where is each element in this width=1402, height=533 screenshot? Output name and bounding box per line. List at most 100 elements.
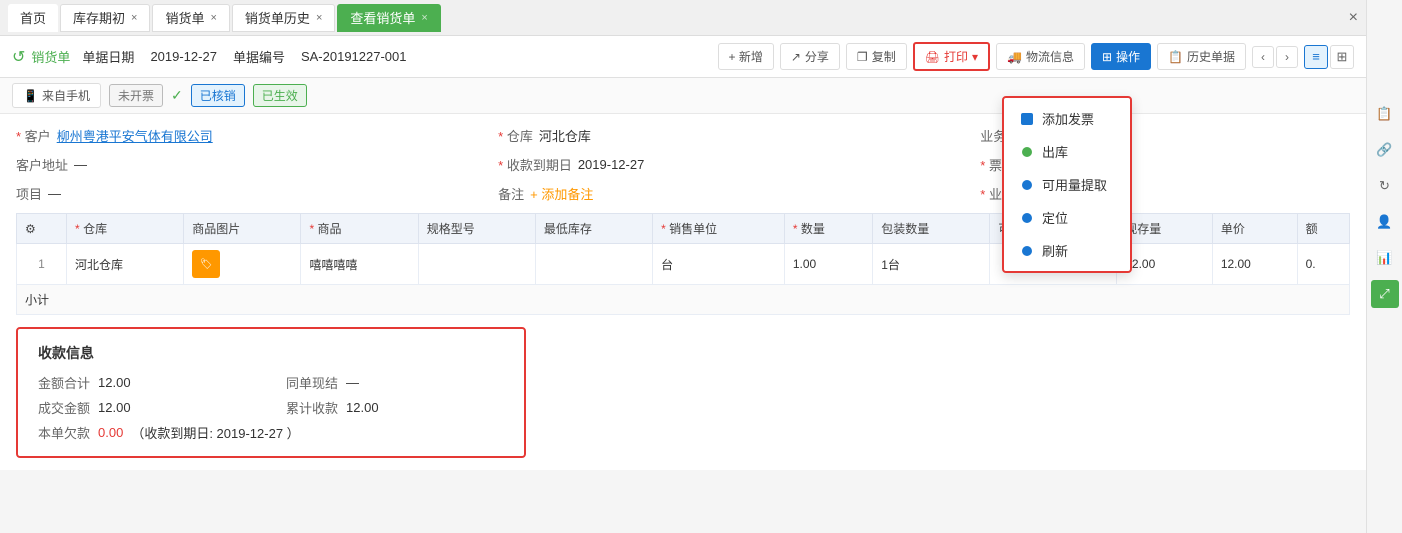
sidebar-icon-user[interactable]: 👤 bbox=[1371, 208, 1399, 236]
col-spec: 规格型号 bbox=[418, 214, 535, 244]
already-effective-badge: 已生效 bbox=[253, 84, 307, 107]
tab-sales-history[interactable]: 销货单历史 × bbox=[232, 4, 335, 32]
sidebar-icon-rotate[interactable]: ↻ bbox=[1371, 172, 1399, 200]
form-row-3: 项目 — 备注 + 添加备注 业务员孟 — bbox=[16, 184, 1350, 203]
row-min-stock-cell bbox=[535, 244, 652, 285]
current-owed-note: （收款到期日: 2019-12-27 ） bbox=[131, 423, 299, 442]
outbound-icon bbox=[1020, 145, 1034, 159]
view-grid-button[interactable]: ⊞ bbox=[1330, 45, 1354, 69]
total-amount-label: 金额合计 bbox=[38, 373, 90, 392]
sidebar-icon-expand[interactable]: ⤢ bbox=[1371, 280, 1399, 308]
row-qty-cell: 1.00 bbox=[784, 244, 872, 285]
col-gear: ⚙ bbox=[17, 214, 67, 244]
menu-refresh[interactable]: 刷新 bbox=[1004, 234, 1130, 267]
menu-outbound[interactable]: 出库 bbox=[1004, 135, 1130, 168]
col-sales-unit: 销售单位 bbox=[653, 214, 785, 244]
warehouse-value: 河北仓库 bbox=[539, 126, 591, 145]
payment-date-label: 收款到期日 bbox=[498, 155, 572, 174]
doc-type-title: ↺ 销货单 bbox=[12, 47, 70, 67]
new-button[interactable]: + 新增 bbox=[718, 43, 774, 70]
already-cancelled-badge: 已核销 bbox=[191, 84, 245, 107]
ops-label: 操作 bbox=[1116, 48, 1140, 65]
form-row-2: 客户地址 — 收款到期日 2019-12-27 票据类型 不开票 bbox=[16, 155, 1350, 174]
doc-meta: 单据日期 2019-12-27 单据编号 SA-20191227-001 bbox=[82, 47, 406, 66]
col-unit-price: 单价 bbox=[1212, 214, 1297, 244]
items-table: ⚙ 仓库 商品图片 商品 规格型号 最低库存 销售单位 数量 包装数量 可用量 … bbox=[16, 213, 1350, 315]
doc-type-label: 销货单 bbox=[31, 47, 70, 66]
payment-title: 收款信息 bbox=[38, 343, 504, 363]
share-label: 分享 bbox=[805, 48, 829, 65]
payment-date-value: 2019-12-27 bbox=[578, 157, 645, 172]
history-button[interactable]: 📋 历史单据 bbox=[1157, 43, 1246, 70]
copy-label: 复制 bbox=[872, 48, 896, 65]
history-label: 历史单据 bbox=[1187, 48, 1235, 65]
refresh-label: 刷新 bbox=[1042, 241, 1068, 260]
menu-available-qty[interactable]: 可用量提取 bbox=[1004, 168, 1130, 201]
payment-grid: 金额合计 12.00 同单现结 — 成交金额 12.00 累计收款 12.00 … bbox=[38, 373, 504, 442]
ops-button[interactable]: ⊞ 操作 bbox=[1091, 43, 1151, 70]
row-sales-unit-cell: 台 bbox=[653, 244, 785, 285]
note-field: 备注 + 添加备注 bbox=[498, 184, 960, 203]
sidebar-icon-chart[interactable]: 📊 bbox=[1371, 244, 1399, 272]
menu-locate[interactable]: 定位 bbox=[1004, 201, 1130, 234]
tab-home[interactable]: 首页 bbox=[8, 4, 58, 32]
current-owed-value: 0.00 bbox=[98, 425, 123, 440]
outbound-label: 出库 bbox=[1042, 142, 1068, 161]
next-button[interactable]: › bbox=[1276, 46, 1298, 68]
add-invoice-icon bbox=[1020, 112, 1034, 126]
customer-label: 客户 bbox=[16, 126, 51, 145]
from-phone-button[interactable]: 📱 来自手机 bbox=[12, 83, 101, 108]
same-order-label: 同单现结 bbox=[286, 373, 338, 392]
cumulative-payment-row: 累计收款 12.00 bbox=[286, 398, 504, 417]
copy-button[interactable]: ❐ 复制 bbox=[846, 43, 907, 70]
product-image: 🏷 bbox=[192, 250, 220, 278]
cumulative-payment-label: 累计收款 bbox=[286, 398, 338, 417]
total-amount-value: 12.00 bbox=[98, 375, 131, 390]
logistics-label: 物流信息 bbox=[1026, 48, 1074, 65]
transaction-amount-value: 12.00 bbox=[98, 400, 131, 415]
main-content: 客户 柳州粤港平安气体有限公司 仓库 河北仓库 业务员 演示账号 客户地址 — … bbox=[0, 114, 1366, 470]
menu-add-invoice[interactable]: 添加发票 bbox=[1004, 102, 1130, 135]
tab-inventory-init-close[interactable]: × bbox=[131, 12, 137, 24]
view-list-button[interactable]: ≡ bbox=[1304, 45, 1328, 69]
share-button[interactable]: ↗ 分享 bbox=[780, 43, 840, 70]
nav-arrows: ‹ › bbox=[1252, 46, 1298, 68]
col-amount: 额 bbox=[1297, 214, 1349, 244]
tab-sales-order-label: 销货单 bbox=[165, 8, 204, 27]
copy-icon: ❐ bbox=[857, 50, 868, 64]
payment-box: 收款信息 金额合计 12.00 同单现结 — 成交金额 12.00 累计收款 1… bbox=[16, 327, 526, 458]
phone-icon: 📱 bbox=[23, 89, 38, 103]
print-button[interactable]: 🖨 打印 ▾ bbox=[913, 42, 990, 71]
invoice-square-icon bbox=[1021, 113, 1033, 125]
tab-sales-history-close[interactable]: × bbox=[316, 12, 322, 24]
add-note-button[interactable]: + 添加备注 bbox=[530, 184, 593, 203]
transaction-amount-label: 成交金额 bbox=[38, 398, 90, 417]
toolbar-actions: + 新增 ↗ 分享 ❐ 复制 🖨 打印 ▾ 🚚 物流信息 ⊞ 操作 bbox=[718, 42, 1355, 71]
date-label: 单据日期 bbox=[82, 47, 134, 66]
table-header-row: ⚙ 仓库 商品图片 商品 规格型号 最低库存 销售单位 数量 包装数量 可用量 … bbox=[17, 214, 1350, 244]
sidebar-icon-clipboard[interactable]: 📋 bbox=[1371, 100, 1399, 128]
sidebar-icon-link[interactable]: 🔗 bbox=[1371, 136, 1399, 164]
tab-bar: 首页 库存期初 × 销货单 × 销货单历史 × 查看销货单 × × bbox=[0, 0, 1366, 36]
main-toolbar: ↺ 销货单 单据日期 2019-12-27 单据编号 SA-20191227-0… bbox=[0, 36, 1366, 78]
project-field: 项目 — bbox=[16, 184, 478, 203]
customer-field: 客户 柳州粤港平安气体有限公司 bbox=[16, 126, 478, 145]
check-icon: ✓ bbox=[171, 87, 183, 104]
row-num-cell: 1 bbox=[17, 244, 67, 285]
print-icon: 🖨 bbox=[925, 50, 940, 64]
tab-sales-order[interactable]: 销货单 × bbox=[152, 4, 229, 32]
available-qty-icon bbox=[1020, 178, 1034, 192]
window-close-button[interactable]: × bbox=[1349, 9, 1358, 27]
logistics-button[interactable]: 🚚 物流信息 bbox=[996, 43, 1085, 70]
customer-value[interactable]: 柳州粤港平安气体有限公司 bbox=[57, 126, 213, 145]
tab-view-sales[interactable]: 查看销货单 × bbox=[337, 4, 440, 32]
view-switch: ≡ ⊞ bbox=[1304, 45, 1354, 69]
prev-button[interactable]: ‹ bbox=[1252, 46, 1274, 68]
row-amount-cell: 0. bbox=[1297, 244, 1349, 285]
cumulative-payment-value: 12.00 bbox=[346, 400, 379, 415]
not-open-badge: 未开票 bbox=[109, 84, 163, 107]
col-product-img: 商品图片 bbox=[184, 214, 301, 244]
tab-inventory-init[interactable]: 库存期初 × bbox=[60, 4, 150, 32]
tab-sales-order-close[interactable]: × bbox=[210, 12, 216, 24]
tab-view-sales-close[interactable]: × bbox=[421, 12, 427, 24]
